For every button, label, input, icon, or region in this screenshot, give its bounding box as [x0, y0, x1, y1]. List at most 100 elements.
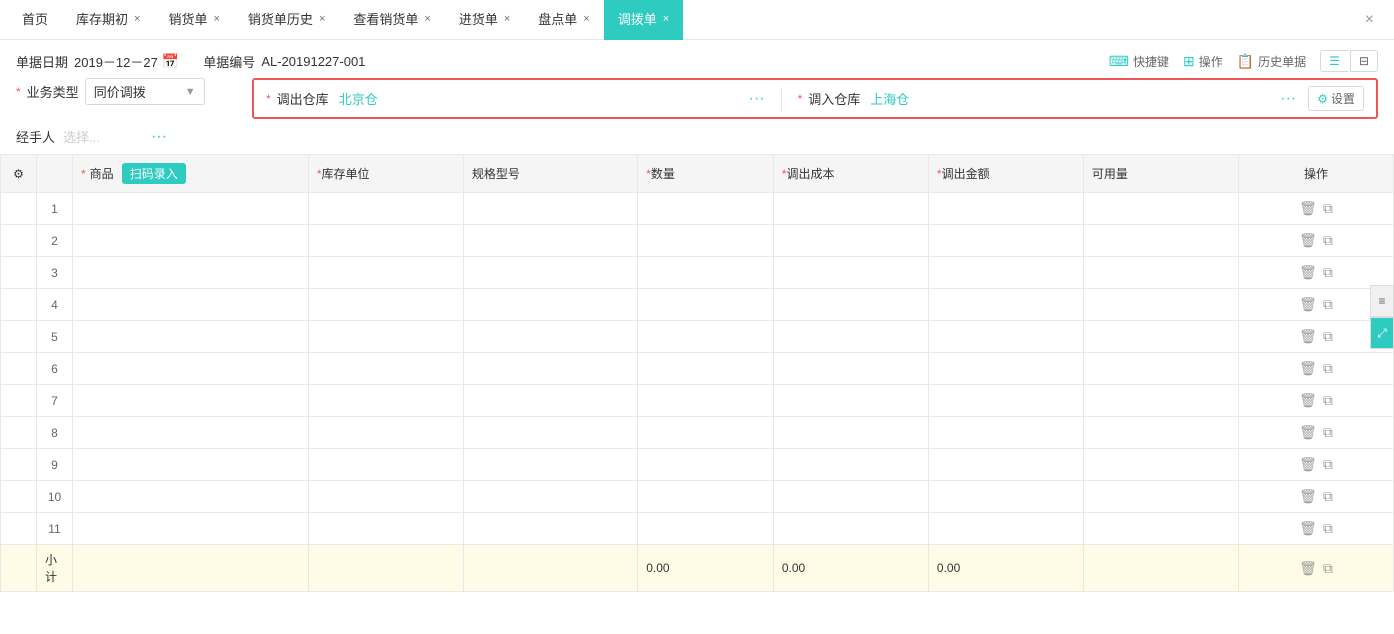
table-cell[interactable] [928, 513, 1083, 545]
table-cell[interactable] [638, 289, 774, 321]
table-cell[interactable] [928, 225, 1083, 257]
copy-icon[interactable]: ⧉ [1323, 488, 1333, 505]
table-cell[interactable] [73, 193, 309, 225]
tab-close-sales-history[interactable]: × [319, 13, 325, 25]
copy-icon[interactable]: ⧉ [1323, 424, 1333, 441]
copy-icon[interactable]: ⧉ [1323, 456, 1333, 473]
table-cell[interactable] [308, 289, 463, 321]
table-cell[interactable] [773, 513, 928, 545]
tab-transfer[interactable]: 调拨单 × [604, 0, 683, 40]
table-cell[interactable] [638, 321, 774, 353]
table-cell[interactable] [73, 321, 309, 353]
table-cell[interactable] [1083, 513, 1238, 545]
out-warehouse-more-btn[interactable]: ··· [749, 90, 765, 108]
tab-view-sales[interactable]: 查看销货单 × [339, 0, 444, 40]
table-cell[interactable] [638, 225, 774, 257]
window-close-button[interactable]: × [1353, 11, 1386, 29]
table-cell[interactable] [463, 353, 637, 385]
layout-btn-2[interactable]: ⊟ [1350, 50, 1378, 72]
table-cell[interactable] [308, 385, 463, 417]
copy-icon[interactable]: ⧉ [1323, 296, 1333, 313]
table-cell[interactable] [73, 417, 309, 449]
table-cell[interactable] [773, 193, 928, 225]
delete-icon[interactable]: 🗑 [1299, 488, 1317, 505]
table-cell[interactable] [773, 449, 928, 481]
table-cell[interactable] [73, 257, 309, 289]
calendar-icon[interactable]: 📅 [162, 53, 179, 70]
delete-icon[interactable]: 🗑 [1299, 424, 1317, 441]
out-warehouse-value[interactable]: 北京仓 [339, 89, 419, 108]
table-cell[interactable] [73, 513, 309, 545]
delete-icon[interactable]: 🗑 [1299, 328, 1317, 345]
shortcut-btn[interactable]: ⌨ 快捷键 [1109, 53, 1169, 70]
delete-icon[interactable]: 🗑 [1299, 200, 1317, 217]
delete-icon[interactable]: 🗑 [1299, 232, 1317, 249]
copy-icon[interactable]: ⧉ [1323, 200, 1333, 217]
table-cell[interactable] [638, 513, 774, 545]
table-cell[interactable] [1083, 193, 1238, 225]
delete-icon[interactable]: 🗑 [1299, 392, 1317, 409]
table-cell[interactable] [928, 481, 1083, 513]
tab-stock-init[interactable]: 库存期初 × [62, 0, 154, 40]
table-cell[interactable] [773, 257, 928, 289]
table-cell[interactable] [308, 513, 463, 545]
delete-icon[interactable]: 🗑 [1299, 296, 1317, 313]
table-cell[interactable] [73, 289, 309, 321]
copy-icon[interactable]: ⧉ [1323, 328, 1333, 345]
table-cell[interactable] [463, 385, 637, 417]
tab-inventory[interactable]: 盘点单 × [524, 0, 603, 40]
table-cell[interactable] [308, 353, 463, 385]
table-cell[interactable] [638, 353, 774, 385]
table-cell[interactable] [773, 481, 928, 513]
delete-icon[interactable]: 🗑 [1299, 456, 1317, 473]
side-expand-btn[interactable]: ⤢ [1370, 317, 1394, 349]
delete-icon[interactable]: 🗑 [1299, 520, 1317, 537]
operator-value[interactable]: 选择... [63, 127, 143, 146]
table-cell[interactable] [463, 417, 637, 449]
table-cell[interactable] [773, 289, 928, 321]
delete-icon[interactable]: 🗑 [1299, 264, 1317, 281]
table-cell[interactable] [1083, 225, 1238, 257]
in-warehouse-value[interactable]: 上海仓 [870, 89, 950, 108]
table-cell[interactable] [1083, 417, 1238, 449]
table-cell[interactable] [928, 321, 1083, 353]
table-cell[interactable] [1083, 481, 1238, 513]
copy-icon[interactable]: ⧉ [1323, 232, 1333, 249]
table-cell[interactable] [463, 289, 637, 321]
copy-icon[interactable]: ⧉ [1323, 360, 1333, 377]
tab-sales-order[interactable]: 销货单 × [154, 0, 233, 40]
col-settings[interactable]: ⚙ [1, 155, 37, 193]
operator-more-btn[interactable]: ··· [151, 128, 167, 146]
table-cell[interactable] [928, 257, 1083, 289]
table-cell[interactable] [638, 417, 774, 449]
table-cell[interactable] [1083, 289, 1238, 321]
table-cell[interactable] [308, 225, 463, 257]
table-cell[interactable] [463, 225, 637, 257]
table-cell[interactable] [773, 321, 928, 353]
delete-icon-sub[interactable]: 🗑 [1299, 560, 1317, 577]
table-cell[interactable] [73, 481, 309, 513]
copy-icon-sub[interactable]: ⧉ [1323, 560, 1333, 577]
tab-purchase[interactable]: 进货单 × [445, 0, 524, 40]
tab-close-view-sales[interactable]: × [424, 13, 430, 25]
table-cell[interactable] [928, 449, 1083, 481]
table-cell[interactable] [308, 417, 463, 449]
table-cell[interactable] [1083, 385, 1238, 417]
delete-icon[interactable]: 🗑 [1299, 360, 1317, 377]
warehouse-settings-btn[interactable]: ⚙ 设置 [1308, 86, 1364, 111]
table-cell[interactable] [928, 193, 1083, 225]
tab-close-stock-init[interactable]: × [134, 13, 140, 25]
tab-sales-history[interactable]: 销货单历史 × [234, 0, 339, 40]
table-cell[interactable] [73, 225, 309, 257]
table-cell[interactable] [1083, 353, 1238, 385]
table-cell[interactable] [928, 353, 1083, 385]
table-cell[interactable] [73, 385, 309, 417]
table-cell[interactable] [928, 385, 1083, 417]
table-cell[interactable] [1083, 257, 1238, 289]
tab-close-inventory[interactable]: × [583, 13, 589, 25]
tab-home[interactable]: 首页 [8, 0, 62, 40]
table-cell[interactable] [463, 257, 637, 289]
table-cell[interactable] [773, 385, 928, 417]
table-cell[interactable] [463, 193, 637, 225]
table-cell[interactable] [463, 481, 637, 513]
